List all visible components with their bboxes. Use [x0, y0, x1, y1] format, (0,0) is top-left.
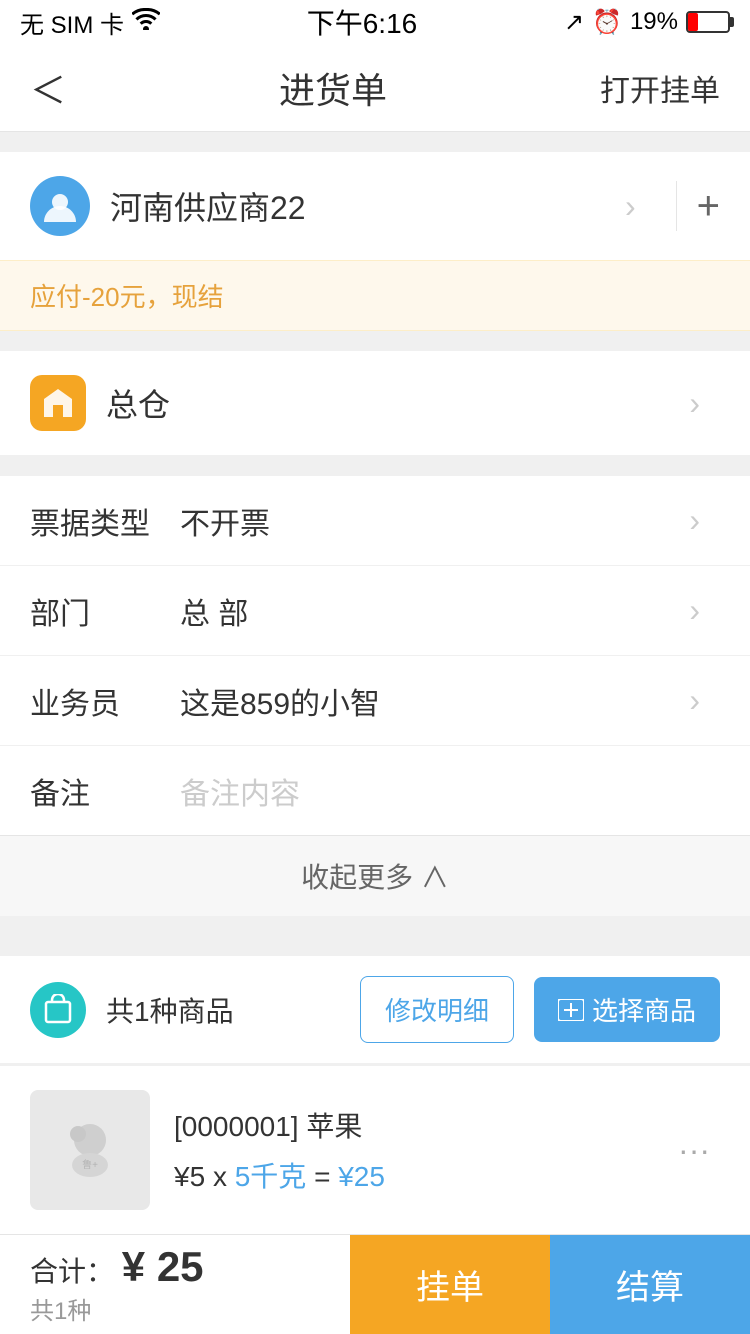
footer-total: 合计： ¥ 25 共1种 — [0, 1243, 350, 1326]
location-icon: ↗ — [564, 8, 584, 37]
price-total: ¥25 — [338, 1161, 385, 1192]
price-unit: ¥5 — [174, 1161, 205, 1192]
products-header: 共1种商品 修改明细 选择商品 — [0, 956, 750, 1063]
settle-button[interactable]: 结算 — [550, 1235, 750, 1334]
alarm-icon: ⏰ — [592, 8, 622, 37]
supplier-name: 河南供应商22 — [110, 183, 625, 229]
warehouse-row[interactable]: 总仓 › — [0, 351, 750, 455]
price-multiply: x — [213, 1161, 235, 1192]
collapse-button[interactable]: 收起更多 ∧ — [0, 835, 750, 916]
products-count-label: 共1种商品 — [106, 990, 340, 1030]
select-product-label: 选择商品 — [592, 991, 696, 1028]
svg-text:鲁+: 鲁+ — [82, 1158, 98, 1171]
total-label: 合计： — [30, 1256, 114, 1287]
battery-icon — [686, 11, 730, 33]
products-icon — [30, 982, 86, 1038]
product-info: [0000001] 苹果 ¥5 x 5千克 = ¥25 — [174, 1105, 668, 1195]
product-name: [0000001] 苹果 — [174, 1105, 668, 1145]
open-pending-button[interactable]: 打开挂单 — [600, 66, 720, 110]
invoice-type-chevron-icon: › — [689, 502, 700, 539]
status-right: ↗ ⏰ 19% — [564, 8, 730, 37]
remark-input[interactable]: 备注内容 — [150, 769, 720, 813]
invoice-type-value: 不开票 — [150, 499, 689, 543]
divider-2 — [0, 331, 750, 351]
alert-banner: 应付-20元，现结 — [0, 260, 750, 331]
wifi-icon — [132, 8, 160, 37]
warehouse-section: 总仓 › — [0, 351, 750, 455]
salesperson-label: 业务员 — [30, 679, 150, 723]
footer-total-row: 合计： ¥ 25 — [30, 1243, 320, 1291]
battery-percent: 19% — [630, 8, 678, 36]
status-bar: 无 SIM 卡 下午6:16 ↗ ⏰ 19% — [0, 0, 750, 44]
select-product-button[interactable]: 选择商品 — [534, 977, 720, 1042]
price-qty: 5千克 — [235, 1161, 307, 1192]
product-price: ¥5 x 5千克 = ¥25 — [174, 1155, 668, 1195]
department-chevron-icon: › — [689, 592, 700, 629]
invoice-type-row[interactable]: 票据类型 不开票 › — [0, 475, 750, 565]
department-row[interactable]: 部门 总 部 › — [0, 565, 750, 655]
footer: 合计： ¥ 25 共1种 挂单 结算 — [0, 1234, 750, 1334]
product-item: 鲁+ [0000001] 苹果 ¥5 x 5千克 = ¥25 ··· — [0, 1065, 750, 1234]
carrier-label: 无 SIM 卡 — [20, 5, 124, 40]
salesperson-row[interactable]: 业务员 这是859的小智 › — [0, 655, 750, 745]
supplier-avatar — [30, 176, 90, 236]
supplier-row[interactable]: 河南供应商22 › + — [0, 152, 750, 260]
divider-4 — [0, 916, 750, 936]
product-name-text: 苹果 — [306, 1111, 362, 1142]
pending-button[interactable]: 挂单 — [350, 1235, 550, 1334]
warehouse-chevron-icon: › — [689, 385, 700, 422]
back-button[interactable]: ＜ — [30, 62, 66, 114]
product-more-icon[interactable]: ··· — [668, 1132, 720, 1169]
product-thumbnail: 鲁+ — [30, 1090, 150, 1210]
price-equals: = — [314, 1161, 338, 1192]
salesperson-chevron-icon: › — [689, 682, 700, 719]
supplier-section: 河南供应商22 › + 应付-20元，现结 — [0, 152, 750, 331]
remark-label: 备注 — [30, 769, 150, 813]
product-code: [0000001] — [174, 1111, 299, 1142]
divider-3 — [0, 455, 750, 475]
salesperson-value: 这是859的小智 — [150, 679, 689, 723]
add-supplier-icon[interactable]: + — [697, 184, 720, 229]
department-value: 总 部 — [150, 589, 689, 633]
total-amount: ¥ 25 — [122, 1243, 204, 1290]
form-section: 票据类型 不开票 › 部门 总 部 › 业务员 这是859的小智 › 备注 备注… — [0, 475, 750, 835]
supplier-chevron-icon: › — [625, 188, 636, 225]
status-left: 无 SIM 卡 — [20, 5, 160, 40]
invoice-type-label: 票据类型 — [30, 499, 150, 543]
warehouse-icon — [30, 375, 86, 431]
remark-row[interactable]: 备注 备注内容 — [0, 745, 750, 835]
edit-detail-button[interactable]: 修改明细 — [360, 976, 514, 1043]
warehouse-name: 总仓 — [106, 380, 689, 426]
status-time: 下午6:16 — [307, 2, 418, 42]
vertical-divider — [676, 181, 677, 231]
department-label: 部门 — [30, 589, 150, 633]
divider-1 — [0, 132, 750, 152]
page-title: 进货单 — [279, 62, 387, 114]
total-count: 共1种 — [30, 1291, 320, 1326]
nav-bar: ＜ 进货单 打开挂单 — [0, 44, 750, 132]
